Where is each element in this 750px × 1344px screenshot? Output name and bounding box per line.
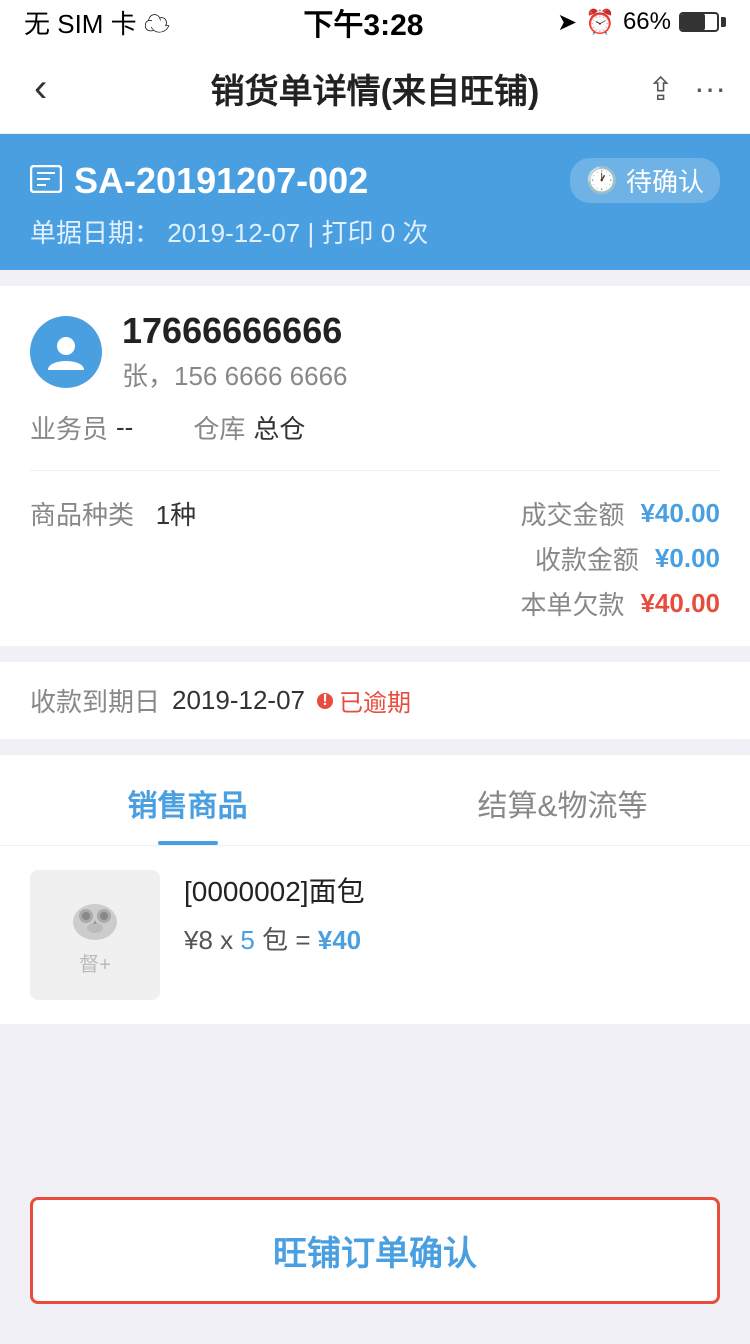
nav-actions: ⇪ ··· — [647, 70, 726, 108]
confirm-order-button[interactable]: 旺铺订单确认 — [30, 1197, 720, 1304]
customer-section: 17666666666 张，156 6666 6666 业务员 -- 仓库 总仓 — [0, 286, 750, 470]
received-label: 收款金额 — [535, 540, 639, 577]
product-item: 督+ [0000002]面包 ¥8 x 5 包 = ¥40 — [30, 870, 720, 1000]
warehouse-value: 总仓 — [253, 409, 305, 446]
battery-indicator — [679, 12, 726, 32]
no-sim-text: 无 SIM 卡 ☁ — [24, 4, 170, 41]
amount-row: 成交金额 ¥40.00 — [520, 495, 720, 532]
equals: = — [295, 925, 317, 955]
summary-left: 商品种类 1种 — [30, 495, 196, 532]
customer-phone: 17666666666 — [122, 310, 348, 352]
type-value: 1种 — [156, 500, 196, 530]
share-icon[interactable]: ⇪ — [647, 70, 674, 108]
date-label: 单据日期： — [30, 218, 160, 248]
sales-meta: 业务员 -- — [30, 409, 133, 446]
quantity: 5 — [240, 925, 254, 955]
battery-text: 66% — [623, 8, 671, 36]
location-icon: ➤ — [557, 8, 577, 37]
warehouse-label: 仓库 — [193, 409, 245, 446]
bottom-action: 旺铺订单确认 — [0, 1181, 750, 1334]
order-id: SA-20191207-002 — [30, 160, 368, 202]
back-button[interactable]: ‹ — [24, 56, 57, 121]
summary-right: 成交金额 ¥40.00 收款金额 ¥0.00 本单欠款 ¥40.00 — [520, 495, 720, 622]
overdue-text: 已逾期 — [339, 683, 411, 718]
summary-section: 商品种类 1种 成交金额 ¥40.00 收款金额 ¥0.00 本单欠款 ¥40.… — [0, 471, 750, 646]
order-header: SA-20191207-002 🕐 待确认 单据日期： 2019-12-07 |… — [0, 134, 750, 270]
customer-name: 张，156 6666 6666 — [122, 356, 348, 393]
received-value: ¥0.00 — [655, 543, 720, 574]
status-right: ➤ ⏰ 66% — [557, 8, 726, 37]
type-label: 商品种类 — [30, 500, 134, 530]
avatar — [30, 316, 102, 388]
customer-row: 17666666666 张，156 6666 6666 — [30, 310, 720, 393]
alarm-icon: ⏰ — [585, 8, 615, 37]
date-separator: | — [307, 218, 321, 248]
print-text: 打印 0 次 — [321, 218, 428, 248]
product-name-text: 面包 — [309, 876, 365, 907]
date-value: 2019-12-07 — [167, 218, 300, 248]
owed-label: 本单欠款 — [520, 585, 624, 622]
product-list: 督+ [0000002]面包 ¥8 x 5 包 = ¥40 — [0, 846, 750, 1024]
product-name: [0000002]面包 — [184, 870, 720, 910]
product-thumbnail: 督+ — [30, 870, 160, 1000]
product-price: ¥8 x 5 包 = ¥40 — [184, 920, 720, 957]
product-code: [0000002] — [184, 876, 309, 907]
received-row: 收款金额 ¥0.00 — [535, 540, 720, 577]
due-label: 收款到期日 — [30, 682, 160, 719]
tabs-section: 销售商品 结算&物流等 督+ — [0, 755, 750, 1024]
overdue-badge: ! 已逾期 — [317, 683, 411, 718]
order-status: 🕐 待确认 — [570, 158, 720, 203]
tab-sales-products[interactable]: 销售商品 — [0, 755, 375, 845]
price-separator: x — [220, 925, 240, 955]
tabs-header: 销售商品 结算&物流等 — [0, 755, 750, 846]
status-bar: 无 SIM 卡 ☁ 下午3:28 ➤ ⏰ 66% — [0, 0, 750, 44]
status-left: 无 SIM 卡 ☁ — [24, 4, 170, 41]
due-date-section: 收款到期日 2019-12-07 ! 已逾期 — [0, 662, 750, 739]
status-time: 下午3:28 — [303, 0, 423, 44]
order-id-text: SA-20191207-002 — [74, 160, 368, 202]
unit-text: 包 — [262, 925, 288, 955]
product-info: [0000002]面包 ¥8 x 5 包 = ¥40 — [184, 870, 720, 957]
page-title: 销货单详情(来自旺铺) — [211, 64, 540, 113]
more-icon[interactable]: ··· — [694, 70, 726, 107]
warehouse-meta: 仓库 总仓 — [193, 409, 305, 446]
owed-row: 本单欠款 ¥40.00 — [520, 585, 720, 622]
due-date-value: 2019-12-07 — [172, 685, 305, 716]
total-price: ¥40 — [318, 925, 361, 955]
order-id-icon — [30, 160, 62, 202]
unit-price: ¥8 — [184, 925, 213, 955]
customer-card: 17666666666 张，156 6666 6666 业务员 -- 仓库 总仓… — [0, 286, 750, 646]
sales-value: -- — [116, 412, 133, 443]
order-id-row: SA-20191207-002 🕐 待确认 — [30, 158, 720, 203]
owed-value: ¥40.00 — [640, 588, 720, 619]
overdue-icon: ! — [317, 693, 333, 709]
customer-info: 17666666666 张，156 6666 6666 — [122, 310, 348, 393]
sales-label: 业务员 — [30, 409, 108, 446]
thumb-inner: 督+ — [65, 894, 125, 977]
nav-bar: ‹ 销货单详情(来自旺铺) ⇪ ··· — [0, 44, 750, 134]
amount-label: 成交金额 — [520, 495, 624, 532]
order-date: 单据日期： 2019-12-07 | 打印 0 次 — [30, 213, 720, 250]
meta-row: 业务员 -- 仓库 总仓 — [30, 409, 720, 446]
status-text: 待确认 — [626, 162, 704, 199]
thumb-label: 督+ — [79, 948, 111, 977]
amount-value: ¥40.00 — [640, 498, 720, 529]
tab-settlement[interactable]: 结算&物流等 — [375, 755, 750, 845]
clock-icon: 🕐 — [586, 165, 618, 196]
